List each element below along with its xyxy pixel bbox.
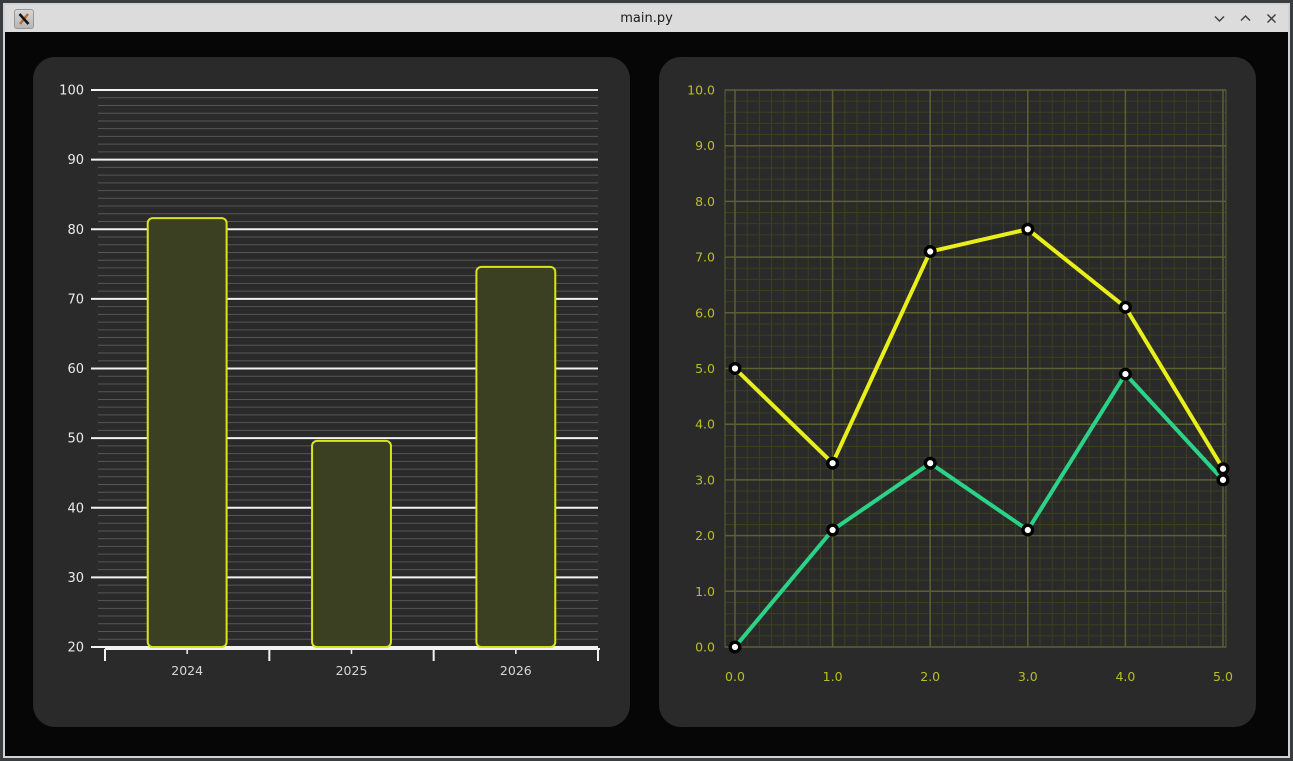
line-y-tick-label: 5.0 (695, 361, 715, 376)
bar-y-tick-label: 100 (59, 84, 84, 99)
maximize-button[interactable] (1237, 10, 1254, 27)
green-series-marker (923, 456, 937, 470)
line-x-tick-label: 0.0 (725, 669, 745, 684)
bar-y-tick-label: 30 (67, 571, 84, 586)
close-icon (1267, 14, 1276, 23)
chevron-down-icon (1214, 16, 1225, 22)
green-series-marker (1021, 523, 1035, 537)
line-chart-gridlines (724, 89, 1227, 648)
window-frame: main.py 20 30 40 50 60 70 80 90 100 2024… (3, 3, 1290, 758)
line-chart: 0.0 1.0 2.0 3.0 4.0 5.0 6.0 7.0 8.0 9.0 10.0 0.0 1.0… (687, 83, 1233, 685)
line-y-tick-label: 2.0 (695, 528, 715, 543)
line-y-tick-label: 0.0 (695, 640, 715, 655)
line-y-tick-label: 7.0 (695, 250, 715, 265)
green-series-marker (1118, 367, 1132, 381)
bar-2026 (475, 265, 557, 648)
line-y-tick-label: 9.0 (695, 138, 715, 153)
yellow-series-marker (826, 456, 840, 470)
close-button[interactable] (1263, 10, 1280, 27)
bar-y-tick-label: 90 (67, 153, 84, 168)
line-y-tick-label: 8.0 (695, 194, 715, 209)
bar-2024 (146, 217, 228, 649)
line-chart-panel: 0.0 1.0 2.0 3.0 4.0 5.0 6.0 7.0 8.0 9.0 10.0 0.0 1.0… (659, 57, 1256, 727)
green-series-marker (1216, 473, 1230, 487)
yellow-series-marker (1216, 462, 1230, 476)
line-x-tick-label: 4.0 (1115, 669, 1135, 684)
window-content: 20 30 40 50 60 70 80 90 100 2024 2025 2026 0.0 1.0 2.… (5, 32, 1288, 756)
minimize-button[interactable] (1211, 10, 1228, 27)
yellow-series-marker (728, 362, 742, 376)
titlebar[interactable]: main.py (5, 5, 1288, 32)
green-series-marker (826, 523, 840, 537)
bar-y-tick-label: 50 (67, 432, 84, 447)
line-y-tick-label: 6.0 (695, 305, 715, 320)
x11-logo-icon (18, 13, 30, 25)
bar-y-tick-label: 80 (67, 223, 84, 238)
line-y-tick-label: 3.0 (695, 472, 715, 487)
line-y-tick-label: 1.0 (695, 584, 715, 599)
line-x-tick-label: 3.0 (1018, 669, 1038, 684)
line-x-tick-label: 2.0 (920, 669, 940, 684)
line-y-tick-label: 10.0 (687, 83, 715, 98)
bar-y-tick-label: 40 (67, 501, 84, 516)
bar-y-tick-label: 70 (67, 292, 84, 307)
window-title: main.py (620, 11, 673, 26)
bar-category-label: 2025 (336, 663, 368, 678)
yellow-series-marker (923, 245, 937, 259)
app-window: main.py 20 30 40 50 60 70 80 90 100 2024… (0, 0, 1293, 761)
bar-chart-panel: 20 30 40 50 60 70 80 90 100 2024 2025 2026 (33, 57, 630, 727)
bar-2025 (311, 439, 392, 648)
bar-category-label: 2024 (171, 663, 203, 678)
chevron-up-icon (1240, 15, 1251, 21)
line-y-tick-label: 4.0 (695, 417, 715, 432)
yellow-series-marker (1118, 300, 1132, 314)
line-x-tick-label: 5.0 (1213, 669, 1233, 684)
bar-category-label: 2026 (500, 663, 532, 678)
green-series-marker (728, 640, 742, 654)
window-controls (1211, 5, 1280, 32)
line-x-tick-label: 1.0 (823, 669, 843, 684)
bar-y-tick-label: 60 (67, 362, 84, 377)
x11-app-icon[interactable] (14, 9, 34, 29)
bar-chart: 20 30 40 50 60 70 80 90 100 2024 2025 2026 (59, 84, 600, 678)
bar-y-tick-label: 20 (67, 641, 84, 656)
yellow-series-marker (1021, 222, 1035, 236)
